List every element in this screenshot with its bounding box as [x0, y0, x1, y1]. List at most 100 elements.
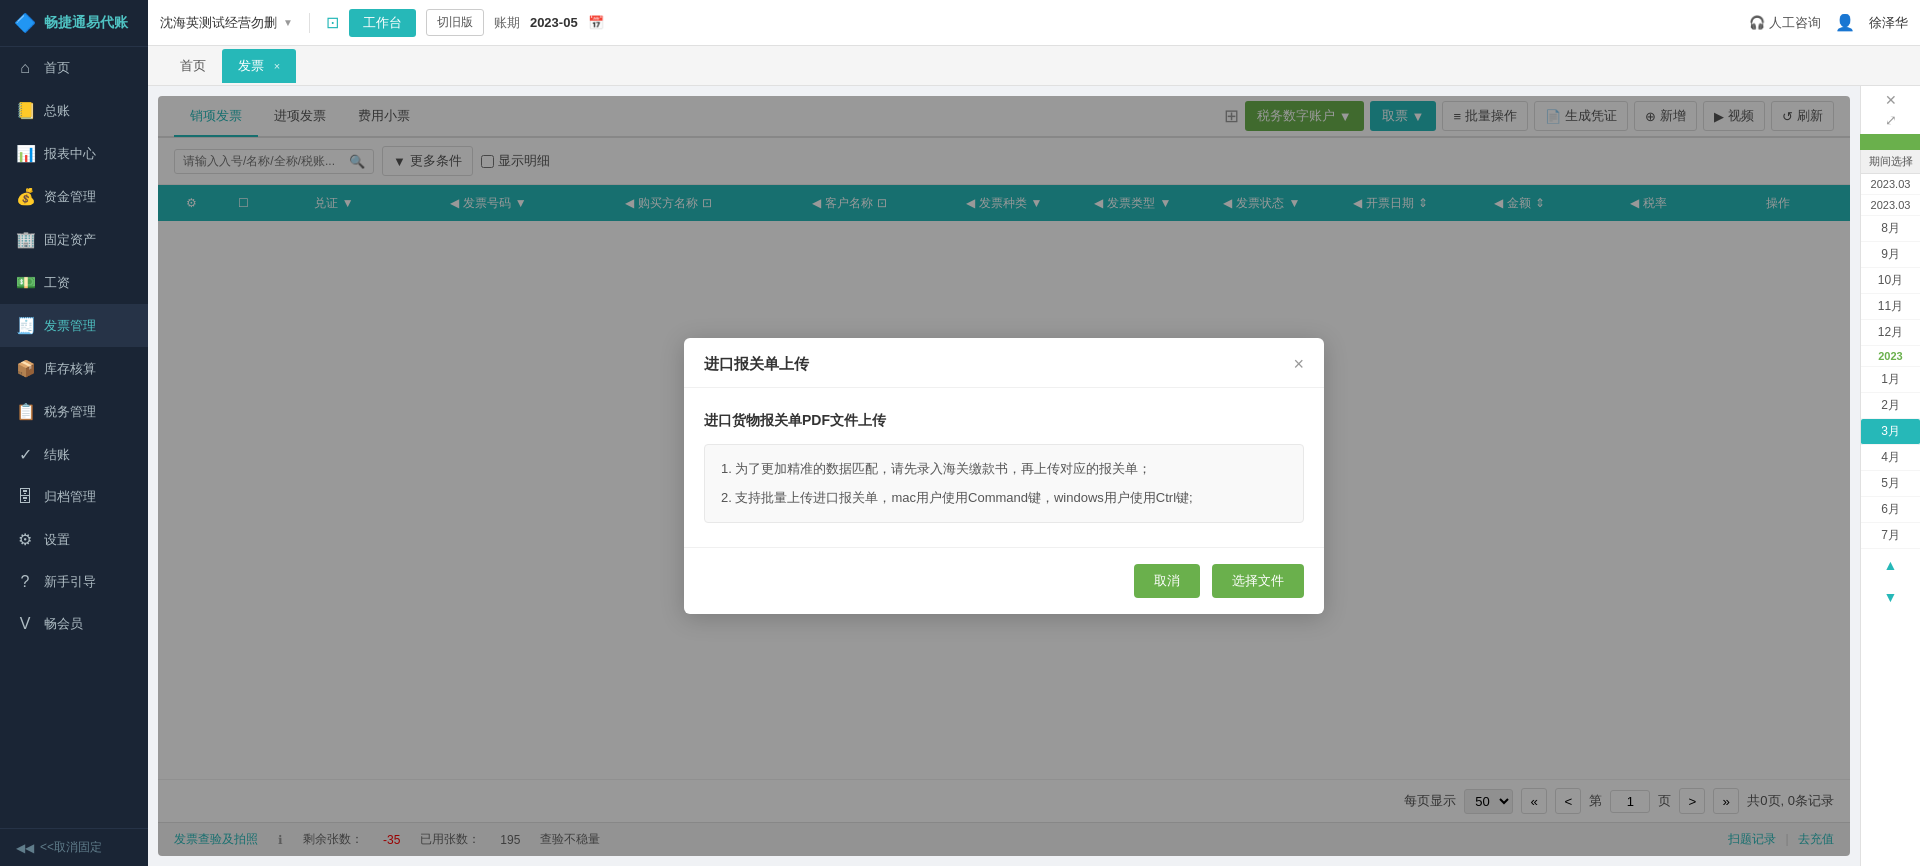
right-top-controls: ✕ ⤢	[1860, 86, 1920, 134]
sidebar-item-archive[interactable]: 🗄 归档管理	[0, 476, 148, 518]
scan-icon: ⊡	[326, 13, 339, 32]
support-label: 人工咨询	[1769, 14, 1821, 32]
sidebar-item-member[interactable]: V 畅会员	[0, 603, 148, 645]
modal-close-button[interactable]: ×	[1293, 354, 1304, 375]
sidebar-item-assets[interactable]: 🏢 固定资产	[0, 218, 148, 261]
ledger-icon: 📒	[16, 101, 34, 120]
salary-icon: 💵	[16, 273, 34, 292]
support-icon: 🎧	[1749, 15, 1765, 30]
sidebar-footer[interactable]: ◀◀ <<取消固定	[0, 828, 148, 866]
support-button[interactable]: 🎧 人工咨询	[1749, 14, 1821, 32]
sidebar-item-tax[interactable]: 📋 税务管理	[0, 390, 148, 433]
sidebar-label-member: 畅会员	[44, 615, 83, 633]
sidebar-item-settings[interactable]: ⚙ 设置	[0, 518, 148, 561]
period-item-11[interactable]: 11月	[1861, 294, 1920, 320]
reports-icon: 📊	[16, 144, 34, 163]
period-item-10[interactable]: 10月	[1861, 268, 1920, 294]
sidebar-label-inventory: 库存核算	[44, 360, 96, 378]
modal-section-title: 进口货物报关单PDF文件上传	[704, 412, 1304, 430]
tab-close-icon[interactable]: ×	[274, 60, 280, 72]
period-item-4[interactable]: 4月	[1861, 445, 1920, 471]
main-area: 沈海英测试经营勿删 ▼ ⊡ 工作台 切旧版 账期 2023-05 📅 🎧 人工咨…	[148, 0, 1920, 866]
modal-overlay: 进口报关单上传 × 进口货物报关单PDF文件上传 1. 为了更加精准的数据匹配，…	[158, 96, 1850, 856]
tab-invoice-label: 发票	[238, 58, 264, 73]
period-item-12[interactable]: 12月	[1861, 320, 1920, 346]
period-down-arrow[interactable]: ▼	[1861, 581, 1920, 613]
sidebar-footer-label: <<取消固定	[40, 839, 102, 856]
period-value: 2023-05	[530, 15, 578, 30]
tabs-bar: 首页 发票 ×	[148, 46, 1920, 86]
sidebar-logo: 🔷 畅捷通易代账	[0, 0, 148, 47]
company-dropdown-icon: ▼	[283, 17, 293, 28]
modal-footer: 取消 选择文件	[684, 547, 1324, 614]
tax-icon: 📋	[16, 402, 34, 421]
tab-home-label: 首页	[180, 58, 206, 73]
sidebar-nav: ⌂ 首页 📒 总账 📊 报表中心 💰 资金管理 🏢 固定资产 💵 工资	[0, 47, 148, 828]
closing-icon: ✓	[16, 445, 34, 464]
modal-body: 进口货物报关单PDF文件上传 1. 为了更加精准的数据匹配，请先录入海关缴款书，…	[684, 388, 1324, 548]
sidebar-label-guide: 新手引导	[44, 573, 96, 591]
sidebar-label-closing: 结账	[44, 446, 70, 464]
guide-icon: ?	[16, 573, 34, 591]
switch-button[interactable]: 切旧版	[426, 9, 484, 36]
home-icon: ⌂	[16, 59, 34, 77]
sidebar-item-salary[interactable]: 💵 工资	[0, 261, 148, 304]
calendar-icon[interactable]: 📅	[588, 15, 604, 30]
period-up-arrow[interactable]: ▲	[1861, 549, 1920, 581]
sidebar-item-guide[interactable]: ? 新手引导	[0, 561, 148, 603]
tab-home[interactable]: 首页	[164, 49, 222, 83]
period-panel: 期间选择 2023.03 2023.03 8月 9月 10月 11月 12月 2…	[1860, 150, 1920, 866]
sidebar-item-funds[interactable]: 💰 资金管理	[0, 175, 148, 218]
content-area: 销项发票 进项发票 费用小票 ⊞ 税务数字账户 ▼	[148, 86, 1920, 866]
period-item-3-active[interactable]: 3月	[1861, 419, 1920, 445]
modal-cancel-button[interactable]: 取消	[1134, 564, 1200, 598]
close-panel-button[interactable]: ✕	[1885, 92, 1897, 108]
top-bar-right: 🎧 人工咨询 👤 徐泽华	[1749, 13, 1908, 32]
avatar-icon: 👤	[1835, 13, 1855, 32]
sidebar: 🔷 畅捷通易代账 ⌂ 首页 📒 总账 📊 报表中心 💰 资金管理 🏢 固	[0, 0, 148, 866]
sidebar-item-reports[interactable]: 📊 报表中心	[0, 132, 148, 175]
period-item-6[interactable]: 6月	[1861, 497, 1920, 523]
sidebar-label-funds: 资金管理	[44, 188, 96, 206]
period-item-1[interactable]: 1月	[1861, 367, 1920, 393]
sidebar-label-reports: 报表中心	[44, 145, 96, 163]
top-bar: 沈海英测试经营勿删 ▼ ⊡ 工作台 切旧版 账期 2023-05 📅 🎧 人工咨…	[148, 0, 1920, 46]
logo-icon: 🔷	[14, 12, 36, 34]
period-item-8[interactable]: 8月	[1861, 216, 1920, 242]
period-item-9[interactable]: 9月	[1861, 242, 1920, 268]
tab-invoice[interactable]: 发票 ×	[222, 49, 296, 83]
top-divider-1	[309, 13, 310, 33]
sidebar-label-assets: 固定资产	[44, 231, 96, 249]
sidebar-label-settings: 设置	[44, 531, 70, 549]
sidebar-item-invoice[interactable]: 🧾 发票管理	[0, 304, 148, 347]
workspace-button[interactable]: 工作台	[349, 9, 416, 37]
user-name[interactable]: 徐泽华	[1869, 14, 1908, 32]
sidebar-item-closing[interactable]: ✓ 结账	[0, 433, 148, 476]
right-side-panel: ✕ ⤢ 开启日期 期间选择 2023.03 2023.03 8月 9月 10月 …	[1860, 86, 1920, 866]
period-item-2[interactable]: 2月	[1861, 393, 1920, 419]
modal-info-box: 1. 为了更加精准的数据匹配，请先录入海关缴款书，再上传对应的报关单； 2. 支…	[704, 444, 1304, 524]
open-period-button[interactable]: 开启日期	[1860, 134, 1920, 150]
archive-icon: 🗄	[16, 488, 34, 506]
sidebar-label-archive: 归档管理	[44, 488, 96, 506]
sidebar-item-home[interactable]: ⌂ 首页	[0, 47, 148, 89]
period-panel-header: 期间选择	[1861, 150, 1920, 174]
period-row-2023-03b: 2023.03	[1861, 195, 1920, 216]
assets-icon: 🏢	[16, 230, 34, 249]
invoice-icon: 🧾	[16, 316, 34, 335]
sidebar-label-tax: 税务管理	[44, 403, 96, 421]
period-year-2023: 2023	[1861, 346, 1920, 367]
company-name: 沈海英测试经营勿删	[160, 14, 277, 32]
company-selector[interactable]: 沈海英测试经营勿删 ▼	[160, 14, 293, 32]
sidebar-footer-icon: ◀◀	[16, 841, 34, 855]
sidebar-item-ledger[interactable]: 📒 总账	[0, 89, 148, 132]
funds-icon: 💰	[16, 187, 34, 206]
expand-panel-button[interactable]: ⤢	[1885, 112, 1897, 128]
sidebar-label-ledger: 总账	[44, 102, 70, 120]
inventory-icon: 📦	[16, 359, 34, 378]
modal-select-file-button[interactable]: 选择文件	[1212, 564, 1304, 598]
period-row-2023-03a: 2023.03	[1861, 174, 1920, 195]
sidebar-item-inventory[interactable]: 📦 库存核算	[0, 347, 148, 390]
period-item-5[interactable]: 5月	[1861, 471, 1920, 497]
period-item-7[interactable]: 7月	[1861, 523, 1920, 549]
